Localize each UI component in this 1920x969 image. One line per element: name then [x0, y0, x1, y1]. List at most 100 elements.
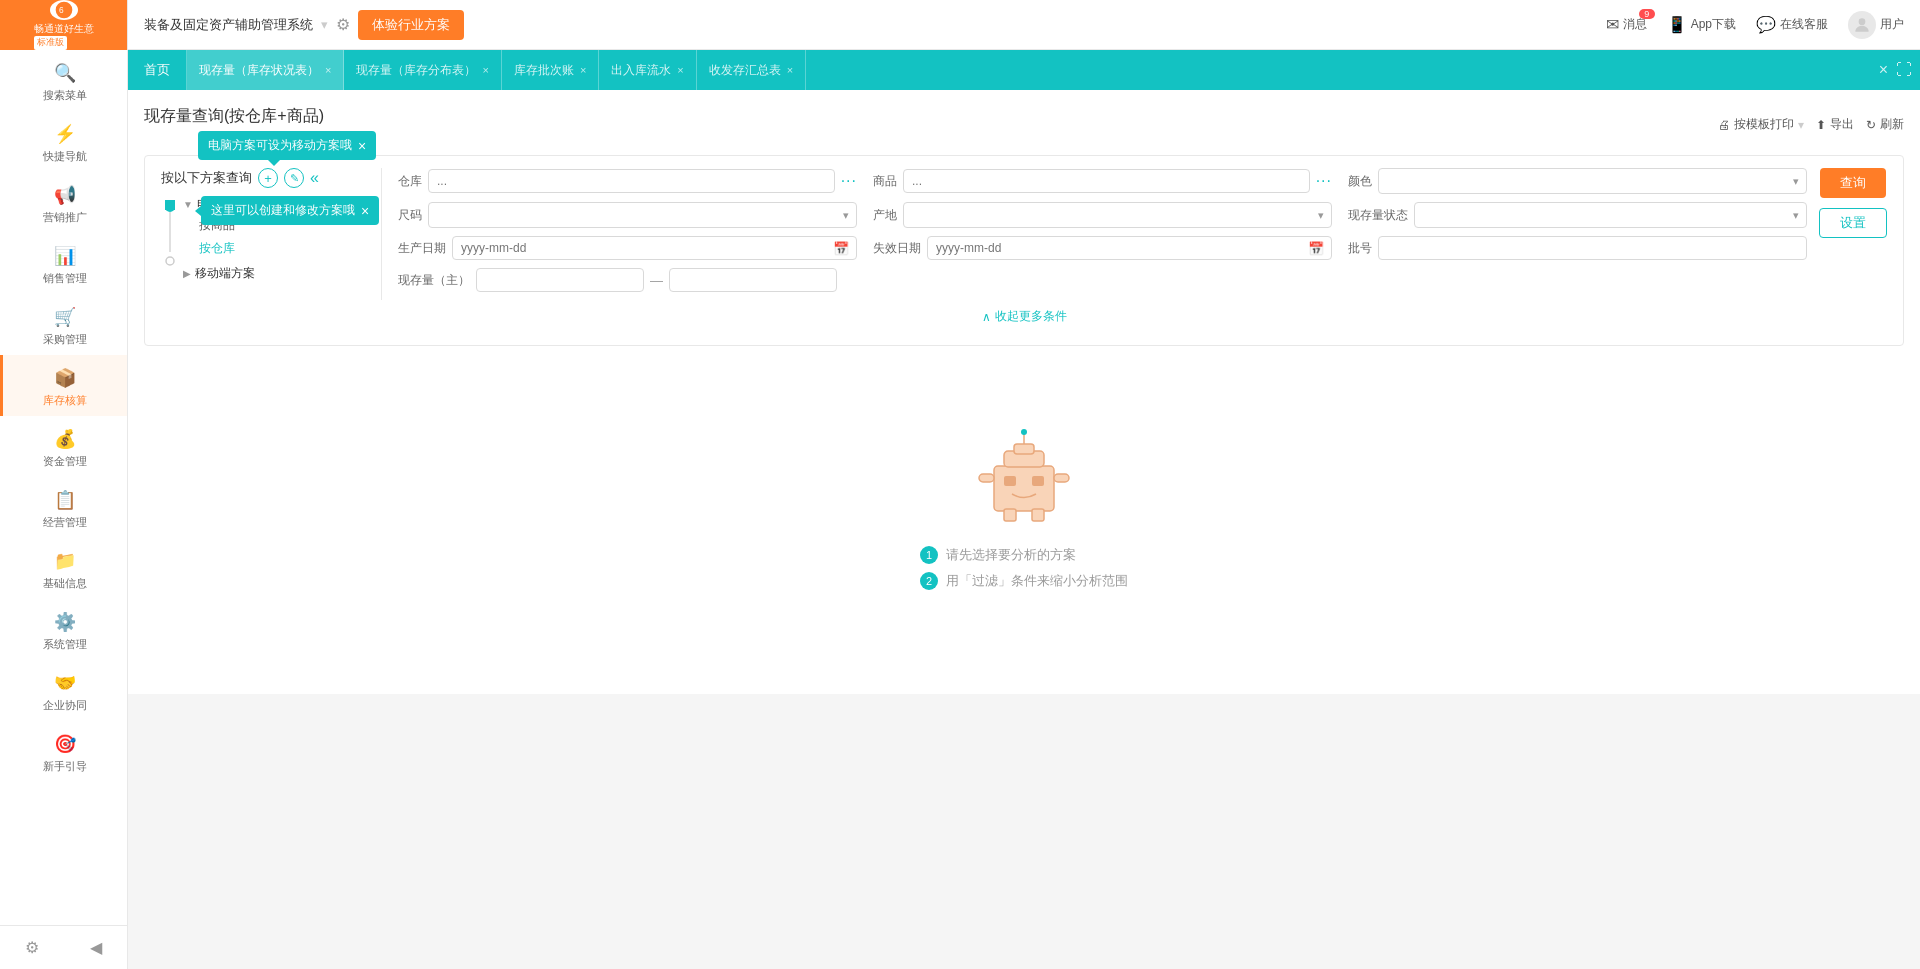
- sidebar-item-marketing[interactable]: 📢 营销推广: [0, 172, 127, 233]
- exp-date-calendar-icon[interactable]: 📅: [1308, 241, 1324, 256]
- sidebar-item-sales[interactable]: 📊 销售管理: [0, 233, 127, 294]
- tab-batch-account[interactable]: 库存批次账 ×: [502, 50, 599, 90]
- logo-badge: 标准版: [34, 36, 67, 50]
- stock-status-label: 现存量状态: [1348, 207, 1408, 224]
- batch-input[interactable]: [1378, 236, 1807, 260]
- sidebar-item-basics[interactable]: 📁 基础信息: [0, 538, 127, 599]
- collapse-more-btn[interactable]: ∧ 收起更多条件: [161, 300, 1887, 333]
- back-arrow-btn[interactable]: «: [310, 169, 319, 187]
- industry-btn[interactable]: 体验行业方案: [358, 10, 464, 40]
- filter-section: 按以下方案查询 + 电脑方案可设为移动方案哦 ×: [144, 155, 1904, 346]
- tab-close-all-btn[interactable]: ×: [1879, 61, 1888, 79]
- tooltip-arrow-down: [268, 160, 280, 166]
- stock-status-select-wrap: [1414, 202, 1807, 228]
- stock-main-max-input[interactable]: [669, 268, 837, 292]
- filter-header: 按以下方案查询 + 电脑方案可设为移动方案哦 ×: [161, 168, 381, 188]
- message-action[interactable]: ✉ 消息 9: [1606, 15, 1647, 34]
- sidebar-item-guide[interactable]: 🎯 新手引导: [0, 721, 127, 782]
- logo-text: 畅通道好生意 标准版: [34, 22, 94, 50]
- app-download-action[interactable]: 📱 App下载: [1667, 15, 1736, 34]
- origin-field: 产地: [873, 202, 1332, 228]
- mfg-date-calendar-icon[interactable]: 📅: [833, 241, 849, 256]
- print-btn[interactable]: 🖨 按模板打印 ▾: [1718, 116, 1804, 133]
- add-scheme-btn[interactable]: +: [258, 168, 278, 188]
- tooltip-edit-wrap: 这里可以创建和修改方案哦 ×: [201, 196, 379, 225]
- sidebar-item-operations[interactable]: 📋 经营管理: [0, 477, 127, 538]
- connector-bottom-dot: [165, 254, 175, 264]
- tab-close-icon[interactable]: ×: [787, 64, 793, 76]
- sidebar-item-collab[interactable]: 🤝 企业协同: [0, 660, 127, 721]
- mobile-scheme-label[interactable]: 移动端方案: [195, 265, 255, 282]
- size-select-wrap: [428, 202, 857, 228]
- online-service-action[interactable]: 💬 在线客服: [1756, 15, 1828, 34]
- filter-row-2: 尺码 产地: [398, 202, 1807, 228]
- svg-point-4: [166, 257, 174, 265]
- topbar-settings-icon[interactable]: ⚙: [336, 15, 350, 34]
- tab-flow[interactable]: 出入库流水 ×: [599, 50, 696, 90]
- sidebar-collapse-btn[interactable]: ◀: [90, 938, 102, 957]
- sidebar-nav: 🔍 搜索菜单 ⚡ 快捷导航 📢 营销推广 📊 销售管理 🛒 采购管理 📦 库存核…: [0, 50, 127, 925]
- color-select[interactable]: [1378, 168, 1807, 194]
- tooltip-edit-close[interactable]: ×: [361, 203, 369, 219]
- tab-close-icon[interactable]: ×: [580, 64, 586, 76]
- empty-illustration: [974, 426, 1074, 526]
- tab-close-icon[interactable]: ×: [482, 64, 488, 76]
- sidebar-item-search[interactable]: 🔍 搜索菜单: [0, 50, 127, 111]
- refresh-btn[interactable]: ↻ 刷新: [1866, 116, 1904, 133]
- sidebar-item-finance[interactable]: 💰 资金管理: [0, 416, 127, 477]
- sidebar-settings-btn[interactable]: ⚙: [25, 938, 39, 957]
- origin-select[interactable]: [903, 202, 1332, 228]
- sidebar-item-quicknav[interactable]: ⚡ 快捷导航: [0, 111, 127, 172]
- mfg-date-input[interactable]: [452, 236, 857, 260]
- tab-inventory-status[interactable]: 现存量（库存状况表） ×: [187, 50, 344, 90]
- goods-dots-menu[interactable]: ···: [1316, 172, 1332, 190]
- filter-header-row: 按以下方案查询 + 电脑方案可设为移动方案哦 ×: [161, 168, 1887, 300]
- size-select[interactable]: [428, 202, 857, 228]
- user-action[interactable]: 用户: [1848, 11, 1904, 39]
- message-icon: ✉: [1606, 15, 1619, 34]
- guide-icon: 🎯: [54, 733, 76, 755]
- warehouse-dots-menu[interactable]: ···: [841, 172, 857, 190]
- tab-inventory-dist[interactable]: 现存量（库存分布表） ×: [344, 50, 501, 90]
- step-text-1: 请先选择要分析的方案: [946, 546, 1076, 564]
- tab-inventory-status-label: 现存量（库存状况表）: [199, 62, 319, 79]
- edit-scheme-btn[interactable]: ✎: [284, 168, 304, 188]
- query-btn[interactable]: 查询: [1820, 168, 1886, 198]
- goods-label: 商品: [873, 173, 897, 190]
- filter-form: 仓库 ··· 商品 ···: [381, 168, 1807, 300]
- stock-main-min-input[interactable]: [476, 268, 644, 292]
- tab-home-label: 首页: [144, 61, 170, 79]
- purchase-icon: 🛒: [54, 306, 76, 328]
- empty-state: 1 请先选择要分析的方案 2 用「过滤」条件来缩小分析范围: [144, 346, 1904, 678]
- tab-close-icon[interactable]: ×: [677, 64, 683, 76]
- sidebar-item-purchase[interactable]: 🛒 采购管理: [0, 294, 127, 355]
- refresh-btn-label: 刷新: [1880, 116, 1904, 133]
- tabbar-actions: × ⛶: [1879, 61, 1920, 79]
- basics-icon: 📁: [54, 550, 76, 572]
- tooltip-add-text: 电脑方案可设为移动方案哦: [208, 137, 352, 154]
- tab-expand-btn[interactable]: ⛶: [1896, 61, 1912, 79]
- logo-icon: 6: [50, 0, 78, 20]
- sidebar-footer: ⚙ ◀: [0, 925, 127, 969]
- export-btn[interactable]: ⬆ 导出: [1816, 116, 1854, 133]
- set-btn[interactable]: 设置: [1819, 208, 1887, 238]
- connector-dot: [165, 200, 175, 210]
- tab-home[interactable]: 首页: [128, 50, 187, 90]
- scheme-sub-item-2[interactable]: 按仓库: [199, 238, 257, 259]
- sidebar-item-inventory[interactable]: 📦 库存核算: [0, 355, 127, 416]
- warehouse-input[interactable]: [428, 169, 835, 193]
- range-sep: —: [650, 273, 663, 288]
- stock-status-select[interactable]: [1414, 202, 1807, 228]
- step-num-2: 2: [920, 572, 938, 590]
- exp-date-label: 失效日期: [873, 240, 921, 257]
- mfg-date-label: 生产日期: [398, 240, 446, 257]
- print-btn-label: 按模板打印: [1734, 116, 1794, 133]
- exp-date-input[interactable]: [927, 236, 1332, 260]
- tab-summary[interactable]: 收发存汇总表 ×: [697, 50, 806, 90]
- tab-close-icon[interactable]: ×: [325, 64, 331, 76]
- sidebar-item-system[interactable]: ⚙️ 系统管理: [0, 599, 127, 660]
- system-icon: ⚙️: [54, 611, 76, 633]
- service-icon: 💬: [1756, 15, 1776, 34]
- goods-input[interactable]: [903, 169, 1310, 193]
- tooltip-add-close[interactable]: ×: [358, 138, 366, 154]
